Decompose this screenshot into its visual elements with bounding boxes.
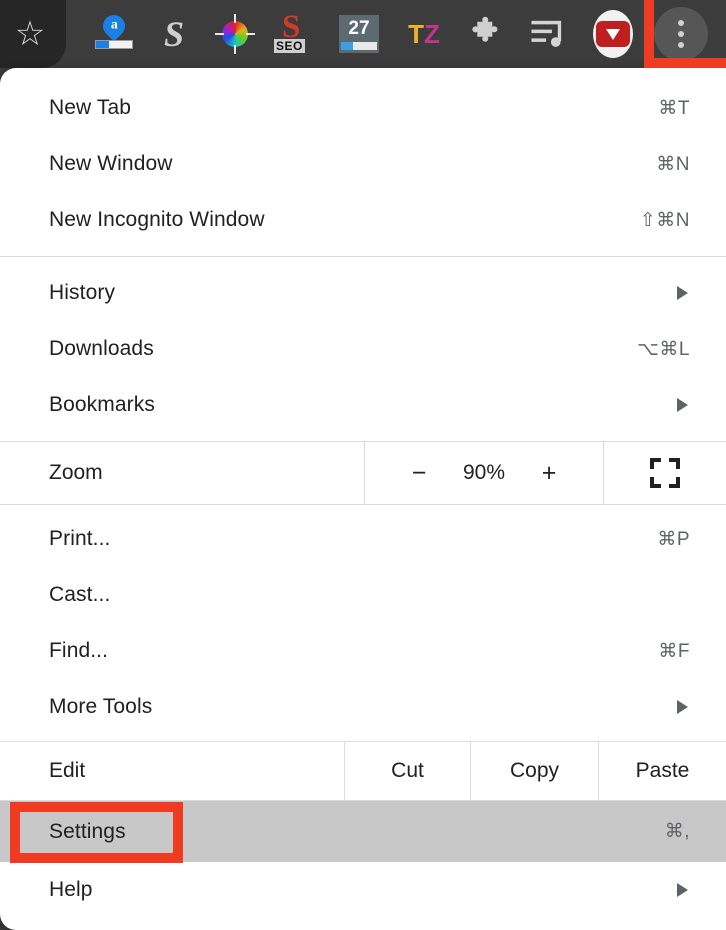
- edit-row: Edit Cut Copy Paste: [0, 742, 726, 800]
- edit-row-label: Edit: [49, 759, 86, 782]
- menu-item-label: Find...: [49, 639, 109, 662]
- crosshair-bottom: [234, 45, 236, 54]
- screenshot-root: ☆ a S S SEO 27 TZ New Tab ⌘T New Window …: [0, 0, 726, 930]
- menu-item-label: Settings: [49, 819, 126, 843]
- menu-item-label: Print...: [49, 527, 111, 550]
- chevron-right-icon: [677, 883, 688, 897]
- calendar-icon[interactable]: 27: [331, 6, 387, 62]
- fullscreen-corner-br: [669, 477, 680, 488]
- calendar-graphic: 27: [339, 15, 379, 53]
- alexa-letter: a: [110, 18, 118, 33]
- menu-item-settings[interactable]: Settings ⌘,: [0, 801, 726, 862]
- menu-item-history[interactable]: History: [0, 265, 726, 321]
- menu-item-print[interactable]: Print... ⌘P: [0, 511, 726, 567]
- alexa-pin-shape: a: [98, 10, 130, 42]
- menu-item-cast[interactable]: Cast...: [0, 567, 726, 623]
- chevron-right-icon: [677, 700, 688, 714]
- menu-item-label: Downloads: [49, 337, 154, 360]
- youtube-graphic: [589, 10, 637, 58]
- download-triangle-icon: [606, 28, 620, 40]
- paste-button[interactable]: Paste: [598, 742, 726, 800]
- crosshair-left: [215, 33, 224, 35]
- similarweb-icon[interactable]: S: [146, 6, 202, 62]
- browser-toolbar: ☆ a S S SEO 27 TZ: [0, 0, 726, 68]
- puzzle-glyph: [472, 16, 498, 42]
- menu-item-label: New Incognito Window: [49, 208, 265, 231]
- menu-item-new-incognito-window[interactable]: New Incognito Window ⇧⌘N: [0, 192, 726, 248]
- menu-item-shortcut: ⌘T: [658, 97, 690, 119]
- zoom-row-label: Zoom: [49, 461, 103, 484]
- group-gap: [0, 257, 726, 265]
- color-wheel-graphic: [215, 14, 255, 54]
- menu-item-more-tools[interactable]: More Tools: [0, 679, 726, 735]
- youtube-red-box: [596, 21, 630, 47]
- bookmark-star-glyph: ☆: [14, 15, 46, 53]
- timezone-letter-t: T: [408, 19, 424, 49]
- alexa-progress-bar: [95, 40, 133, 49]
- crosshair-top: [234, 14, 236, 23]
- chevron-right-icon: [677, 398, 688, 412]
- timezone-icon[interactable]: TZ: [396, 6, 452, 62]
- menu-dot-2: [678, 31, 684, 37]
- crosshair-right: [246, 33, 255, 35]
- color-wheel-disc: [222, 21, 248, 47]
- fullscreen-corner-bl: [650, 477, 661, 488]
- chrome-main-menu: New Tab ⌘T New Window ⌘N New Incognito W…: [0, 68, 726, 930]
- calendar-day-number: 27: [348, 18, 370, 39]
- menu-item-shortcut: ⇧⌘N: [639, 209, 690, 231]
- timezone-letter-z: Z: [424, 19, 440, 49]
- cut-button[interactable]: Cut: [344, 742, 470, 800]
- seo-label: SEO: [274, 39, 305, 53]
- menu-item-label: Help: [49, 878, 93, 901]
- menu-item-find[interactable]: Find... ⌘F: [0, 623, 726, 679]
- zoom-controls: − 90% +: [364, 442, 603, 504]
- copy-button[interactable]: Copy: [470, 742, 598, 800]
- color-picker-icon[interactable]: [207, 6, 263, 62]
- menu-item-label: Bookmarks: [49, 393, 155, 416]
- zoom-level-value: 90%: [462, 461, 506, 484]
- fullscreen-corner-tl: [650, 458, 661, 469]
- fullscreen-button[interactable]: [603, 442, 726, 504]
- menu-item-label: New Tab: [49, 96, 132, 119]
- group-gap: [0, 433, 726, 441]
- zoom-row: Zoom − 90% +: [0, 442, 726, 504]
- bookmark-star-icon[interactable]: ☆: [2, 6, 58, 62]
- menu-item-label: History: [49, 281, 116, 304]
- menu-item-shortcut: ⌘N: [656, 153, 690, 175]
- timezone-glyph: TZ: [408, 21, 440, 47]
- menu-item-label: Cast...: [49, 583, 111, 606]
- menu-item-help[interactable]: Help: [0, 862, 726, 918]
- menu-item-label: New Window: [49, 152, 173, 175]
- youtube-downloader-icon[interactable]: [585, 6, 641, 62]
- menu-item-label: More Tools: [49, 695, 153, 718]
- menu-item-shortcut: ⌘F: [658, 640, 690, 662]
- calendar-progress-bar: [341, 42, 377, 50]
- chrome-three-dot-menu-icon[interactable]: [654, 7, 708, 61]
- menu-top-padding: [0, 68, 726, 80]
- menu-item-new-tab[interactable]: New Tab ⌘T: [0, 80, 726, 136]
- similarweb-glyph: S: [163, 14, 185, 54]
- group-gap: [0, 248, 726, 256]
- seo-icon[interactable]: S SEO: [266, 6, 322, 62]
- menu-dot-1: [678, 20, 684, 26]
- zoom-out-button[interactable]: −: [408, 460, 430, 486]
- menu-item-bookmarks[interactable]: Bookmarks: [0, 377, 726, 433]
- fullscreen-icon: [650, 458, 680, 488]
- fullscreen-corner-tr: [669, 458, 680, 469]
- chevron-right-icon: [677, 286, 688, 300]
- menu-item-shortcut: ⌘,: [664, 821, 690, 842]
- alexa-rank-graphic: a: [94, 10, 134, 54]
- menu-item-shortcut: ⌘P: [657, 528, 690, 550]
- menu-dot-3: [678, 42, 684, 48]
- seo-graphic: S SEO: [272, 11, 316, 55]
- playlist-glyph: [531, 20, 562, 47]
- alexa-rank-icon[interactable]: a: [86, 6, 142, 62]
- zoom-in-button[interactable]: +: [538, 460, 560, 486]
- playlist-music-icon[interactable]: [521, 6, 577, 62]
- menu-item-shortcut: ⌥⌘L: [637, 338, 690, 360]
- menu-item-new-window[interactable]: New Window ⌘N: [0, 136, 726, 192]
- extensions-puzzle-icon[interactable]: [458, 6, 514, 62]
- menu-item-downloads[interactable]: Downloads ⌥⌘L: [0, 321, 726, 377]
